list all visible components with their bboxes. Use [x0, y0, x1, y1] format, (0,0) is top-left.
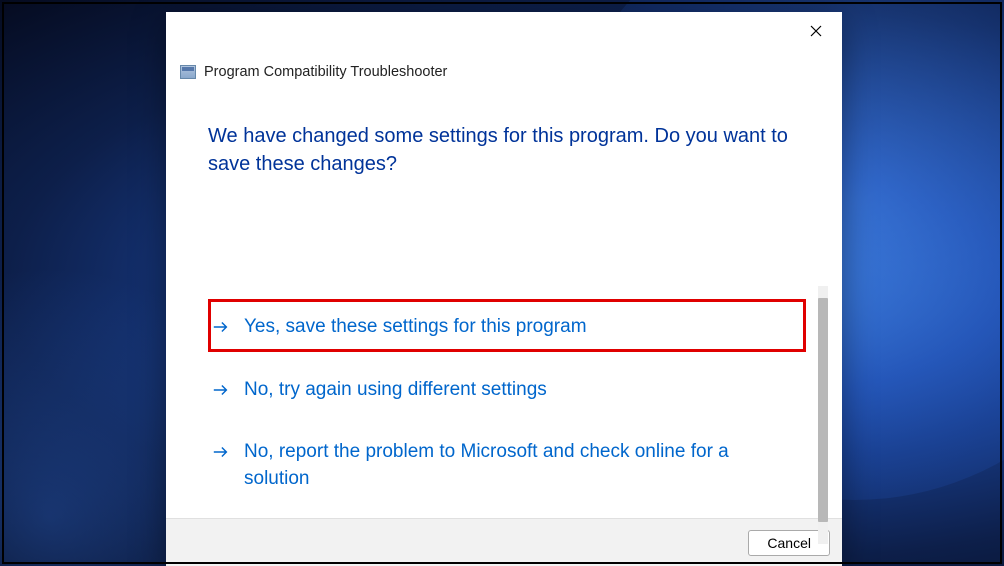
- option-label: No, report the problem to Microsoft and …: [244, 439, 764, 492]
- arrow-right-icon: [212, 443, 230, 461]
- content-area: We have changed some settings for this p…: [166, 80, 842, 518]
- option-no-try-again[interactable]: No, try again using different settings: [208, 365, 808, 416]
- dialog-header: Program Compatibility Troubleshooter: [166, 52, 842, 80]
- close-button[interactable]: [798, 18, 834, 46]
- dialog-footer: Cancel: [166, 518, 842, 566]
- option-label: No, try again using different settings: [244, 377, 547, 404]
- close-icon: [810, 24, 822, 41]
- app-icon: [180, 65, 196, 79]
- dialog-title: Program Compatibility Troubleshooter: [204, 64, 447, 80]
- scrollbar-thumb[interactable]: [818, 298, 828, 522]
- main-heading: We have changed some settings for this p…: [208, 122, 803, 178]
- titlebar: [166, 12, 842, 52]
- option-yes-save[interactable]: Yes, save these settings for this progra…: [208, 302, 808, 353]
- options-list: Yes, save these settings for this progra…: [208, 302, 808, 504]
- troubleshooter-dialog: Program Compatibility Troubleshooter We …: [166, 12, 842, 566]
- option-no-report[interactable]: No, report the problem to Microsoft and …: [208, 427, 808, 504]
- option-label: Yes, save these settings for this progra…: [244, 314, 587, 341]
- arrow-right-icon: [212, 381, 230, 399]
- arrow-right-icon: [212, 318, 230, 336]
